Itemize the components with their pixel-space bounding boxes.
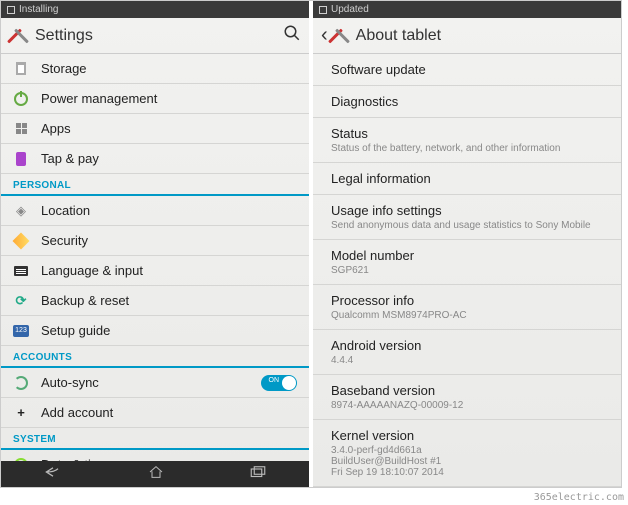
- auto-sync-toggle[interactable]: ON: [261, 375, 297, 391]
- nav-home-icon[interactable]: [148, 464, 164, 485]
- row-label: Apps: [41, 121, 297, 136]
- settings-header: Settings: [1, 18, 309, 54]
- row-label: Security: [41, 233, 297, 248]
- section-header: PERSONAL: [1, 174, 309, 196]
- sec-icon: [13, 233, 29, 249]
- row-label: Backup & reset: [41, 293, 297, 308]
- row-label: Location: [41, 203, 297, 218]
- settings-list: Storage Power management Apps Tap & pay PERS…: [1, 54, 309, 461]
- row-subtitle: Qualcomm MSM8974PRO-AC: [331, 310, 605, 321]
- settings-row[interactable]: 123 Setup guide: [1, 316, 309, 346]
- settings-icon: [330, 27, 348, 45]
- row-subtitle: 3.4.0-perf-gd4d661a BuildUser@BuildHost …: [331, 445, 605, 478]
- row-title: Kernel version: [331, 428, 605, 443]
- clock-icon: [13, 457, 29, 462]
- updated-icon: [319, 6, 327, 14]
- settings-row[interactable]: Date & time: [1, 450, 309, 461]
- about-row[interactable]: Android version 4.4.4: [313, 330, 621, 375]
- settings-icon: [9, 27, 27, 45]
- row-title: Processor info: [331, 293, 605, 308]
- about-row[interactable]: Processor info Qualcomm MSM8974PRO-AC: [313, 285, 621, 330]
- navbar: [1, 461, 309, 487]
- settings-panel: Installing Settings Storage Power managem…: [1, 1, 313, 487]
- row-label: Language & input: [41, 263, 297, 278]
- settings-row[interactable]: Language & input: [1, 256, 309, 286]
- row-label: Tap & pay: [41, 151, 297, 166]
- row-title: Usage info settings: [331, 203, 605, 218]
- row-label: Storage: [41, 61, 297, 76]
- settings-row[interactable]: Tap & pay: [1, 144, 309, 174]
- settings-row[interactable]: Power management: [1, 84, 309, 114]
- about-row[interactable]: Legal information: [313, 163, 621, 195]
- section-header: ACCOUNTS: [1, 346, 309, 368]
- row-title: Diagnostics: [331, 94, 605, 109]
- nav-recent-icon[interactable]: [249, 465, 267, 484]
- statusbar-text: Updated: [331, 4, 369, 15]
- tap-icon: [13, 151, 29, 167]
- settings-row[interactable]: Security: [1, 226, 309, 256]
- setup-icon: 123: [13, 323, 29, 339]
- about-row[interactable]: Software update: [313, 54, 621, 86]
- about-row[interactable]: Usage info settings Send anonymous data a…: [313, 195, 621, 240]
- row-label: Auto-sync: [41, 375, 261, 390]
- download-icon: [7, 6, 15, 14]
- settings-row[interactable]: ◈ Location: [1, 196, 309, 226]
- apps-icon: [13, 121, 29, 137]
- page-title: Settings: [35, 27, 283, 45]
- row-label: Setup guide: [41, 323, 297, 338]
- statusbar-right: Updated: [313, 1, 621, 18]
- about-row[interactable]: Baseband version 8974-AAAAANAZQ-00009-12: [313, 375, 621, 420]
- about-row[interactable]: Diagnostics: [313, 86, 621, 118]
- section-header: SYSTEM: [1, 428, 309, 450]
- row-subtitle: SGP621: [331, 265, 605, 276]
- about-row[interactable]: Kernel version 3.4.0-perf-gd4d661a BuildU…: [313, 420, 621, 487]
- row-title: Baseband version: [331, 383, 605, 398]
- lang-icon: [13, 263, 29, 279]
- storage-icon: [13, 61, 29, 77]
- about-header: ‹ About tablet: [313, 18, 621, 54]
- row-title: Legal information: [331, 171, 605, 186]
- settings-row[interactable]: Storage: [1, 54, 309, 84]
- loc-icon: ◈: [13, 203, 29, 219]
- row-title: Android version: [331, 338, 605, 353]
- backup-icon: ⟳: [13, 293, 29, 309]
- settings-row[interactable]: Apps: [1, 114, 309, 144]
- row-title: Software update: [331, 62, 605, 77]
- plus-icon: +: [13, 405, 29, 421]
- about-row[interactable]: Status Status of the battery, network, an…: [313, 118, 621, 163]
- page-title: About tablet: [356, 27, 613, 45]
- search-icon[interactable]: [283, 24, 301, 47]
- row-title: Status: [331, 126, 605, 141]
- back-icon[interactable]: ‹: [321, 24, 328, 47]
- row-subtitle: 8974-AAAAANAZQ-00009-12: [331, 400, 605, 411]
- about-list: Software update Diagnostics Status Status o…: [313, 54, 621, 487]
- row-subtitle: 4.4.4: [331, 355, 605, 366]
- watermark: 365electric.com: [534, 492, 624, 503]
- row-subtitle: Status of the battery, network, and othe…: [331, 143, 605, 154]
- settings-row[interactable]: Auto-syncON: [1, 368, 309, 398]
- about-row[interactable]: Model number SGP621: [313, 240, 621, 285]
- row-label: Add account: [41, 405, 297, 420]
- row-label: Power management: [41, 91, 297, 106]
- statusbar-text: Installing: [19, 4, 58, 15]
- power-icon: [13, 91, 29, 107]
- about-panel: Updated ‹ About tablet Software update Di…: [313, 1, 621, 487]
- sync-icon: [13, 375, 29, 391]
- row-title: Model number: [331, 248, 605, 263]
- row-subtitle: Send anonymous data and usage statistics…: [331, 220, 605, 231]
- statusbar-left: Installing: [1, 1, 309, 18]
- settings-row[interactable]: ⟳ Backup & reset: [1, 286, 309, 316]
- nav-back-icon[interactable]: [43, 465, 63, 484]
- settings-row[interactable]: + Add account: [1, 398, 309, 428]
